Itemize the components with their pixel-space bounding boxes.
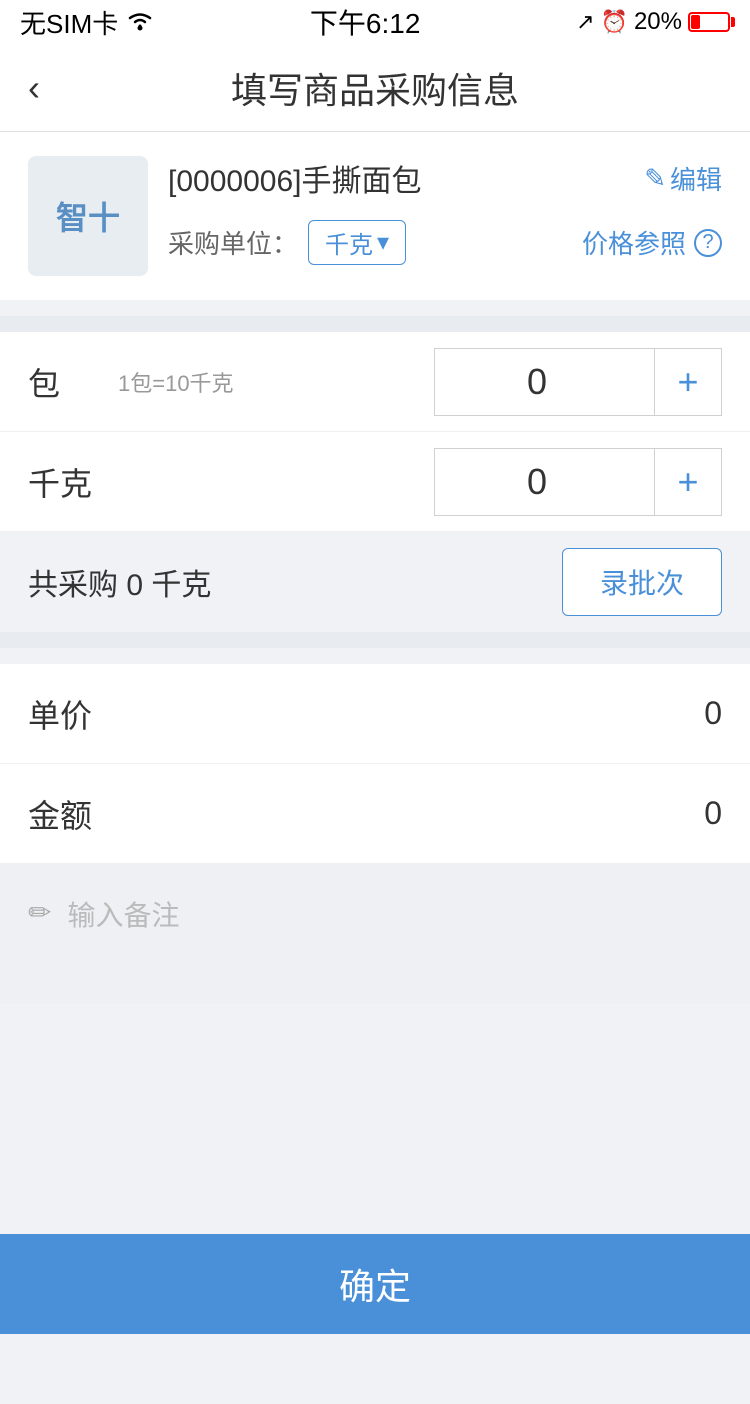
kg-input[interactable] bbox=[434, 448, 654, 516]
total-label: 共采购 0 千克 bbox=[28, 560, 211, 604]
unit-label: 采购单位： bbox=[168, 224, 298, 261]
unit-price-row: 单价 0 bbox=[0, 664, 750, 764]
unit-badge[interactable]: 千克 ▾ bbox=[308, 220, 406, 265]
purchase-unit-row: 采购单位： 千克 ▾ 价格参照 ? bbox=[168, 220, 722, 265]
section-divider-2 bbox=[0, 632, 750, 648]
location-icon: ↗ bbox=[576, 9, 594, 35]
kg-plus-button[interactable]: + bbox=[654, 448, 722, 516]
bag-input-row: 包 1包=10千克 + bbox=[0, 332, 750, 432]
product-thumb-text: 智十 bbox=[56, 193, 120, 239]
status-left: 无SIM卡 bbox=[20, 4, 154, 41]
input-section: 包 1包=10千克 + 千克 + 共采购 0 千克 录批次 bbox=[0, 332, 750, 632]
amount-row: 金额 0 bbox=[0, 764, 750, 864]
status-time: 下午6:12 bbox=[310, 2, 421, 42]
edit-link[interactable]: ✎ 编辑 bbox=[644, 160, 722, 197]
wifi-icon bbox=[126, 7, 154, 38]
product-thumbnail: 智十 bbox=[28, 156, 148, 276]
price-section: 单价 0 金额 0 bbox=[0, 664, 750, 864]
edit-label: 编辑 bbox=[670, 160, 722, 197]
bag-input-wrap: + bbox=[434, 348, 722, 416]
bag-input[interactable] bbox=[434, 348, 654, 416]
page-title: 填写商品采购信息 bbox=[231, 62, 519, 114]
unit-price-label: 单价 bbox=[28, 691, 92, 737]
unit-price-value: 0 bbox=[704, 695, 722, 732]
price-ref-label: 价格参照 bbox=[582, 224, 686, 261]
edit-icon: ✎ bbox=[644, 163, 666, 194]
amount-value: 0 bbox=[704, 795, 722, 832]
alarm-icon: ⏰ bbox=[601, 9, 628, 35]
product-name-row: [0000006]手撕面包 ✎ 编辑 bbox=[168, 156, 722, 200]
total-row: 共采购 0 千克 录批次 bbox=[0, 532, 750, 632]
remark-icon: ✏ bbox=[28, 896, 51, 929]
bag-sublabel: 1包=10千克 bbox=[118, 366, 434, 398]
carrier-text: 无SIM卡 bbox=[20, 4, 118, 41]
unit-text: 千克 bbox=[325, 225, 373, 260]
kg-input-wrap: + bbox=[434, 448, 722, 516]
remark-placeholder: 输入备注 bbox=[67, 894, 179, 934]
status-bar: 无SIM卡 下午6:12 ↗ ⏰ 20% bbox=[0, 0, 750, 44]
confirm-label: 确定 bbox=[339, 1258, 411, 1310]
confirm-button[interactable]: 确定 bbox=[0, 1234, 750, 1334]
battery-icon bbox=[688, 8, 730, 36]
status-right: ↗ ⏰ 20% bbox=[576, 8, 730, 36]
product-card: 智十 [0000006]手撕面包 ✎ 编辑 采购单位： 千克 ▾ bbox=[0, 132, 750, 300]
amount-label: 金额 bbox=[28, 791, 92, 837]
kg-label: 千克 bbox=[28, 459, 108, 505]
record-batch-label: 录批次 bbox=[600, 562, 684, 602]
back-button[interactable]: ‹ bbox=[28, 67, 40, 109]
battery-percent: 20% bbox=[634, 8, 682, 36]
bag-label: 包 bbox=[28, 359, 108, 405]
unit-label-group: 采购单位： 千克 ▾ bbox=[168, 220, 406, 265]
price-ref-btn[interactable]: 价格参照 ? bbox=[582, 224, 722, 261]
remark-section[interactable]: ✏ 输入备注 bbox=[0, 864, 750, 1004]
product-full-name: [0000006]手撕面包 bbox=[168, 156, 421, 200]
unit-dropdown-icon: ▾ bbox=[377, 228, 389, 257]
price-ref-icon: ? bbox=[694, 229, 722, 257]
kg-input-row: 千克 + bbox=[0, 432, 750, 532]
bag-plus-button[interactable]: + bbox=[654, 348, 722, 416]
section-divider-1 bbox=[0, 316, 750, 332]
product-info: [0000006]手撕面包 ✎ 编辑 采购单位： 千克 ▾ 价格参照 ? bbox=[168, 156, 722, 265]
nav-bar: ‹ 填写商品采购信息 bbox=[0, 44, 750, 132]
record-batch-button[interactable]: 录批次 bbox=[562, 548, 722, 616]
